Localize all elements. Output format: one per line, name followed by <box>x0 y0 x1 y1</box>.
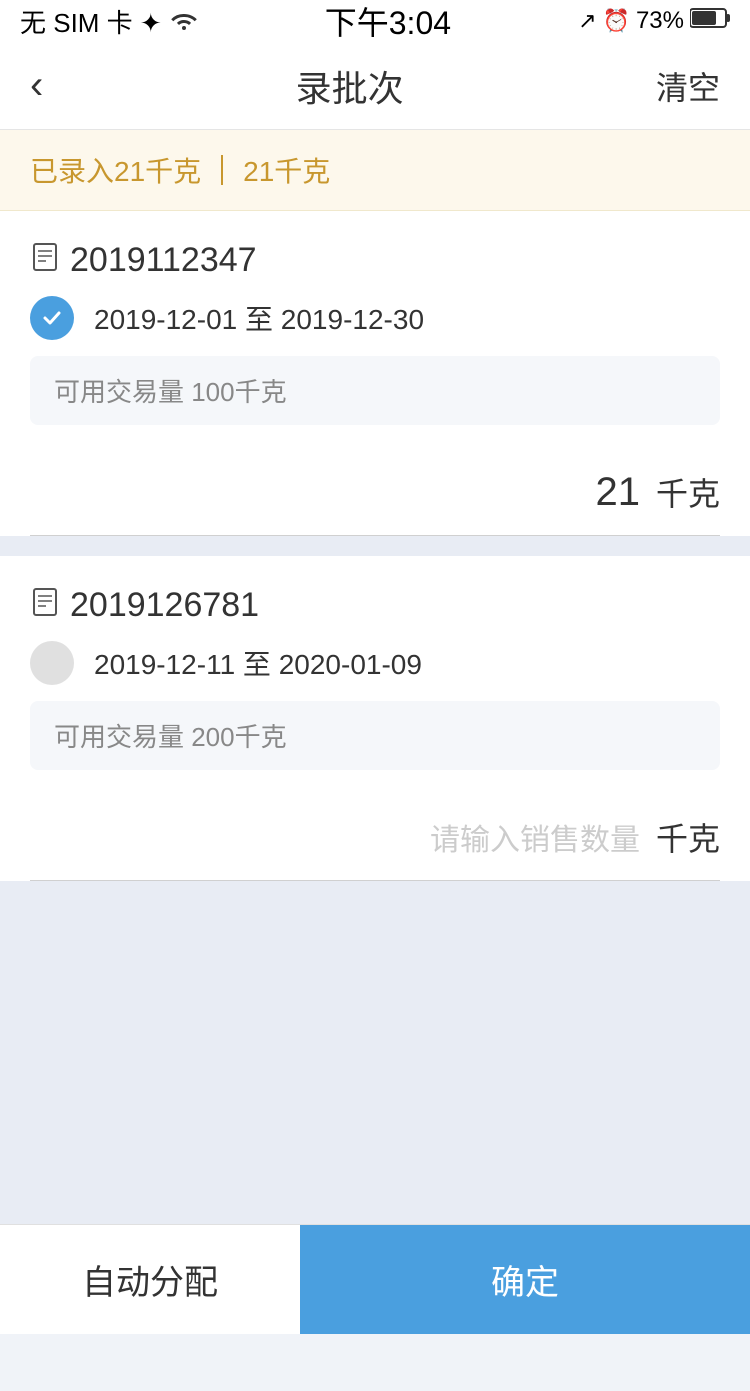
batch-doc-icon-1 <box>30 242 60 280</box>
batch-header-2: 2019126781 <box>30 586 720 625</box>
summary-bar: 已录入21千克 21千克 <box>0 130 750 211</box>
status-right: ↗ ⏰ 73% <box>578 7 730 36</box>
batch-id-1: 2019112347 <box>70 241 257 280</box>
qty-row-2: 请输入销售数量 千克 <box>0 794 750 880</box>
batch-item-2[interactable]: 2019126781 2019-12-11 至 2020-01-09 可用交易量… <box>0 556 750 770</box>
alarm-icon: ⏰ <box>603 8 630 34</box>
status-bar: 无 SIM 卡 ✦ 下午3:04 ↗ ⏰ 73% <box>0 0 750 42</box>
batch-date-1: 2019-12-01 至 2019-12-30 <box>94 298 424 338</box>
batch-checkbox-1[interactable] <box>30 296 74 340</box>
location-icon: ↗ <box>578 8 596 34</box>
summary-divider <box>221 155 223 185</box>
summary-amount: 21千克 <box>243 150 330 190</box>
bottom-bar: 自动分配 确定 <box>0 1224 750 1334</box>
no-sim-label: 无 SIM 卡 ✦ <box>20 3 162 40</box>
qty-unit-2: 千克 <box>656 814 720 860</box>
batch-check-row-2[interactable]: 2019-12-11 至 2020-01-09 <box>30 641 720 685</box>
wifi-icon <box>170 6 198 37</box>
qty-placeholder-2: 请输入销售数量 <box>430 815 640 859</box>
batch-doc-icon-2 <box>30 587 60 625</box>
clear-button[interactable]: 清空 <box>656 63 720 109</box>
batch-id-2: 2019126781 <box>70 586 259 625</box>
auto-distribute-button[interactable]: 自动分配 <box>0 1225 300 1334</box>
batch-check-row-1[interactable]: 2019-12-01 至 2019-12-30 <box>30 296 720 340</box>
batch-header-1: 2019112347 <box>30 241 720 280</box>
batch-date-2: 2019-12-11 至 2020-01-09 <box>94 643 422 683</box>
confirm-button[interactable]: 确定 <box>300 1225 750 1334</box>
qty-unit-1: 千克 <box>656 469 720 515</box>
back-button[interactable]: ‹ <box>30 63 43 108</box>
batch-item-1[interactable]: 2019112347 2019-12-01 至 2019-12-30 可用交易量… <box>0 211 750 425</box>
empty-area <box>0 881 750 1281</box>
available-qty-1: 可用交易量 100千克 <box>30 356 720 425</box>
battery-percent: 73% <box>636 7 684 35</box>
status-time: 下午3:04 <box>325 0 451 44</box>
recorded-label: 已录入21千克 <box>30 150 201 190</box>
batch-card-1: 2019112347 2019-12-01 至 2019-12-30 可用交易量… <box>0 211 750 536</box>
page-title: 录批次 <box>296 60 404 112</box>
battery-icon <box>690 7 730 36</box>
status-left: 无 SIM 卡 ✦ <box>20 3 198 40</box>
batch-card-2: 2019126781 2019-12-11 至 2020-01-09 可用交易量… <box>0 556 750 881</box>
qty-value-1: 21 <box>595 470 640 515</box>
batch-checkbox-2[interactable] <box>30 641 74 685</box>
qty-row-1: 21 千克 <box>0 449 750 535</box>
available-qty-2: 可用交易量 200千克 <box>30 701 720 770</box>
nav-bar: ‹ 录批次 清空 <box>0 42 750 130</box>
section-divider <box>0 536 750 556</box>
